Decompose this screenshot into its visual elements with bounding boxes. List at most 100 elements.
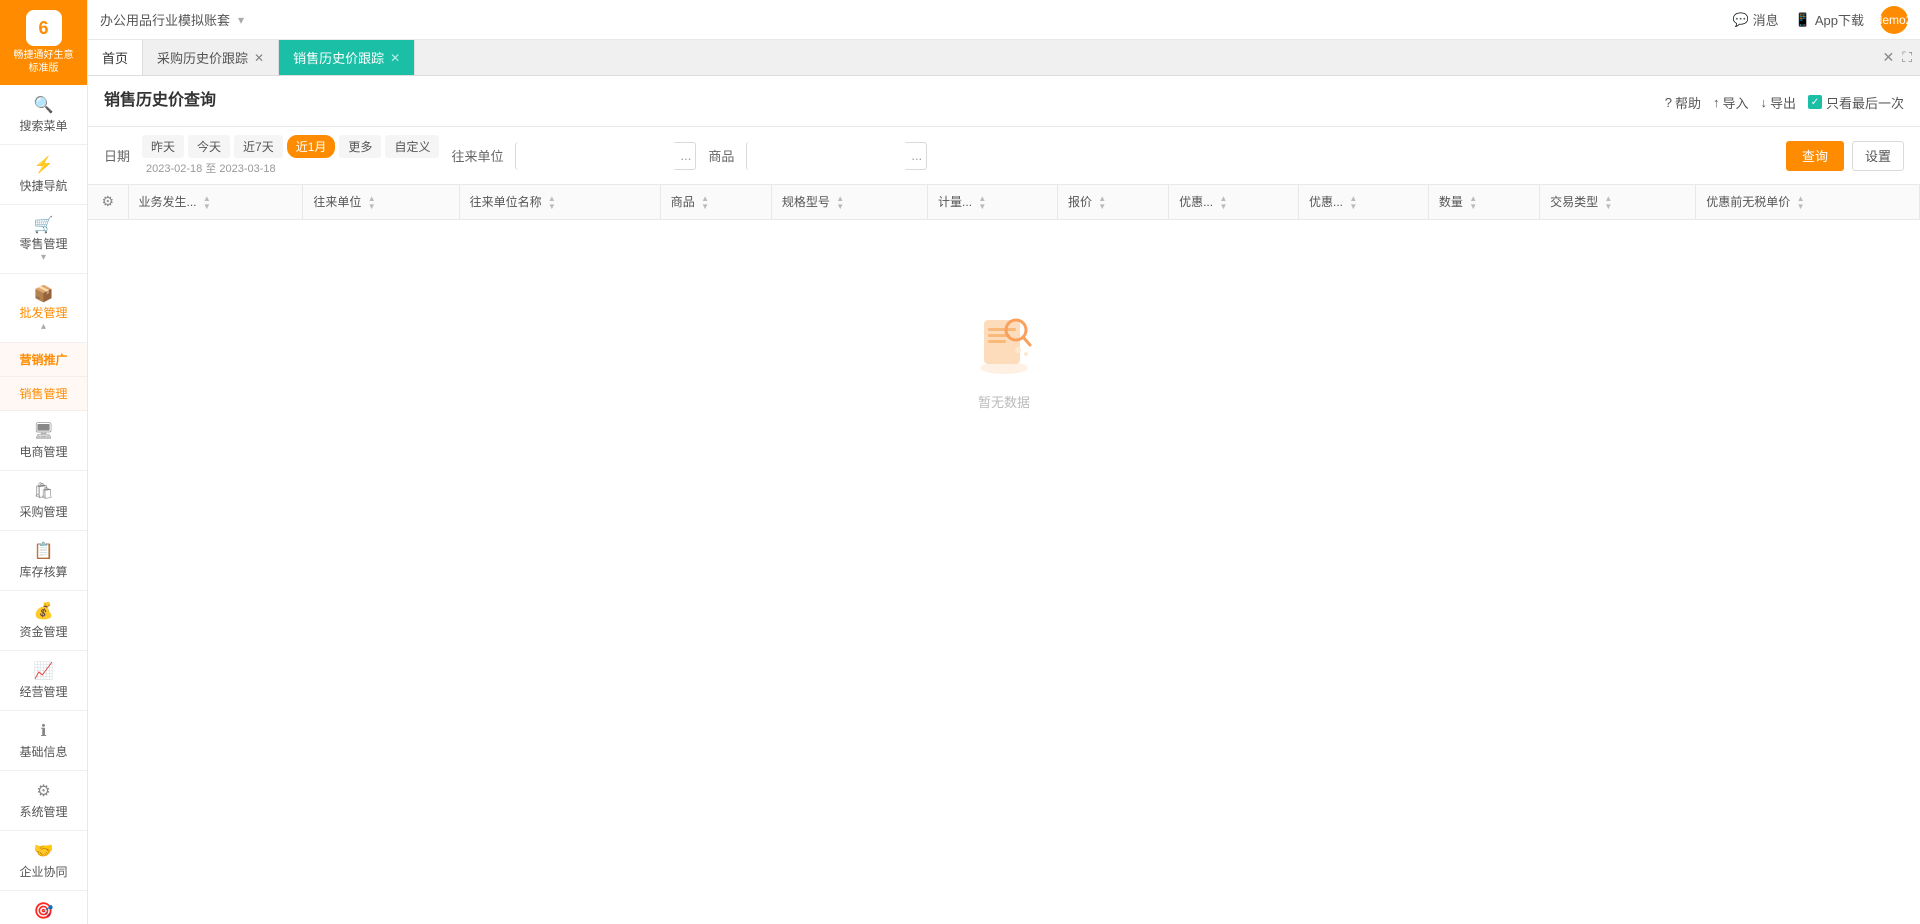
sort-arrows-pretax-price: ▲▼ <box>1797 195 1805 211</box>
goods-input-group: ... <box>746 142 927 170</box>
enterprise-icon: 🤝 <box>34 841 54 861</box>
sidebar-item-search-menu[interactable]: 🔍 搜索菜单 <box>0 85 87 145</box>
tab-sales-history[interactable]: 销售历史价跟踪 ✕ <box>279 40 415 75</box>
user-avatar[interactable]: demo2 <box>1880 6 1908 34</box>
th-discount1[interactable]: 优惠... ▲▼ <box>1169 185 1299 219</box>
th-quote[interactable]: 报价 ▲▼ <box>1057 185 1168 219</box>
import-icon: ↑ <box>1713 95 1720 110</box>
th-qty[interactable]: 数量 ▲▼ <box>1428 185 1539 219</box>
only-last-checkbox[interactable] <box>1808 95 1822 109</box>
message-action[interactable]: 💬 消息 <box>1732 10 1778 29</box>
finance-icon: 💰 <box>34 601 54 621</box>
sidebar-item-wholesale-mgmt[interactable]: 📦 批发管理 ▴ <box>0 274 87 343</box>
th-spec[interactable]: 规格型号 ▲▼ <box>771 185 927 219</box>
inventory-icon: 📋 <box>34 541 54 561</box>
tab-purchase-history[interactable]: 采购历史价跟踪 ✕ <box>143 40 279 75</box>
goods-input[interactable] <box>747 142 907 170</box>
th-settings: ⚙ <box>88 185 128 219</box>
partner-input[interactable] <box>516 142 676 170</box>
th-partner-code[interactable]: 往来单位 ▲▼ <box>303 185 459 219</box>
sort-arrows-biz-date: ▲▼ <box>203 195 211 211</box>
page-title: 销售历史价查询 <box>104 86 216 110</box>
wholesale-arrow-icon: ▴ <box>41 321 46 332</box>
query-button[interactable]: 查询 <box>1786 141 1844 171</box>
sidebar-item-purchase[interactable]: 🛍 采购管理 <box>0 471 87 531</box>
empty-icon <box>964 300 1044 380</box>
fullscreen-btn[interactable]: ⛶ <box>1902 49 1912 66</box>
sort-arrows-qty: ▲▼ <box>1469 195 1477 211</box>
filter-bar: 日期 昨天 今天 近7天 近1月 更多 自定义 2023-02-18 至 202… <box>88 127 1920 185</box>
export-icon: ↓ <box>1760 95 1767 110</box>
ops-icon: 📈 <box>34 661 54 681</box>
sidebar-item-finance[interactable]: 💰 资金管理 <box>0 591 87 651</box>
page-header-actions: ? 帮助 ↑ 导入 ↓ 导出 只看最后一次 <box>1665 93 1904 112</box>
message-icon: 💬 <box>1732 12 1748 28</box>
tab-sales-close[interactable]: ✕ <box>390 51 400 65</box>
th-trade-type[interactable]: 交易类型 ▲▼ <box>1540 185 1696 219</box>
th-partner-name[interactable]: 往来单位名称 ▲▼ <box>459 185 660 219</box>
sidebar-item-retail-mgmt[interactable]: 🛒 零售管理 ▾ <box>0 205 87 274</box>
goods-dots[interactable]: ... <box>907 148 926 163</box>
sort-arrows-partner-name: ▲▼ <box>548 195 556 211</box>
app-logo[interactable]: 6 畅捷通好生意 标准版 <box>0 0 87 85</box>
goods-label: 商品 <box>708 146 734 165</box>
sidebar-item-newbie[interactable]: 🎯 新手引导 <box>0 891 87 924</box>
sidebar-item-basic-info[interactable]: ℹ 基础信息 <box>0 711 87 771</box>
wholesale-icon: 📦 <box>34 284 54 304</box>
sort-arrows-quote: ▲▼ <box>1098 195 1106 211</box>
table-settings-gear-icon[interactable]: ⚙ <box>101 193 114 209</box>
date-buttons: 昨天 今天 近7天 近1月 更多 自定义 <box>142 135 439 158</box>
sort-arrows-spec: ▲▼ <box>836 195 844 211</box>
tab-home[interactable]: 首页 <box>88 40 143 75</box>
app-title: 办公用品行业模拟账套 <box>100 10 230 29</box>
purchase-icon: 🛍 <box>33 481 53 501</box>
import-action[interactable]: ↑ 导入 <box>1713 93 1749 112</box>
only-last-once[interactable]: 只看最后一次 <box>1808 93 1904 112</box>
topbar-left: 办公用品行业模拟账套 ▾ <box>100 10 244 29</box>
sidebar-item-sys-mgmt[interactable]: ⚙ 系统管理 <box>0 771 87 831</box>
sidebar-item-enterprise[interactable]: 🤝 企业协同 <box>0 831 87 891</box>
sort-arrows-discount1: ▲▼ <box>1219 195 1227 211</box>
date-btn-last1month[interactable]: 近1月 <box>287 135 336 158</box>
settings-button[interactable]: 设置 <box>1852 141 1904 171</box>
sidebar-subitem-sales-mgmt[interactable]: 销售管理 <box>0 377 87 411</box>
sidebar-subitem-marketing[interactable]: 营销推广 <box>0 343 87 377</box>
partner-label: 往来单位 <box>451 146 503 165</box>
sidebar-item-quick-nav[interactable]: ⚡ 快捷导航 <box>0 145 87 205</box>
date-label: 日期 <box>104 146 130 165</box>
tab-purchase-close[interactable]: ✕ <box>254 51 264 65</box>
th-discount2[interactable]: 优惠... ▲▼ <box>1299 185 1429 219</box>
date-btn-custom[interactable]: 自定义 <box>385 135 439 158</box>
help-action[interactable]: ? 帮助 <box>1665 93 1701 112</box>
app-name: 畅捷通好生意 标准版 <box>14 49 74 75</box>
sidebar-item-ops-mgmt[interactable]: 📈 经营管理 <box>0 651 87 711</box>
ecommerce-icon: 🖥 <box>33 421 53 441</box>
page-content: 销售历史价查询 ? 帮助 ↑ 导入 ↓ 导出 <box>88 76 1920 924</box>
wholesale-submenu: 营销推广 销售管理 <box>0 343 87 411</box>
sidebar-item-inventory[interactable]: 📋 库存核算 <box>0 531 87 591</box>
tabbar-actions: ✕ ⛶ <box>1874 40 1920 75</box>
title-dropdown-icon[interactable]: ▾ <box>238 13 244 27</box>
topbar-right: 💬 消息 📱 App下载 demo2 <box>1732 6 1908 34</box>
close-all-btn[interactable]: ✕ <box>1882 49 1894 66</box>
empty-text: 暂无数据 <box>978 392 1030 411</box>
date-range-display: 2023-02-18 至 2023-03-18 <box>146 160 439 176</box>
table-area: ⚙ 业务发生... ▲▼ 往来单位 ▲▼ 往来单位名称 ▲▼ <box>88 185 1920 924</box>
th-goods[interactable]: 商品 ▲▼ <box>660 185 771 219</box>
th-pretax-price[interactable]: 优惠前无税单价 ▲▼ <box>1696 185 1920 219</box>
th-unit[interactable]: 计量... ▲▼ <box>928 185 1058 219</box>
app-download-action[interactable]: 📱 App下载 <box>1795 10 1864 29</box>
app-download-icon: 📱 <box>1795 12 1811 28</box>
date-btn-yesterday[interactable]: 昨天 <box>142 135 184 158</box>
date-btn-today[interactable]: 今天 <box>188 135 230 158</box>
th-biz-date[interactable]: 业务发生... ▲▼ <box>128 185 303 219</box>
date-btn-last7days[interactable]: 近7天 <box>234 135 283 158</box>
export-action[interactable]: ↓ 导出 <box>1760 93 1796 112</box>
sort-arrows-trade-type: ▲▼ <box>1604 195 1612 211</box>
search-icon: 🔍 <box>34 95 54 115</box>
partner-dots[interactable]: ... <box>676 148 695 163</box>
sidebar-item-ecommerce[interactable]: 🖥 电商管理 <box>0 411 87 471</box>
sort-arrows-partner-code: ▲▼ <box>368 195 376 211</box>
help-icon: ? <box>1665 95 1672 110</box>
date-btn-more[interactable]: 更多 <box>339 135 381 158</box>
